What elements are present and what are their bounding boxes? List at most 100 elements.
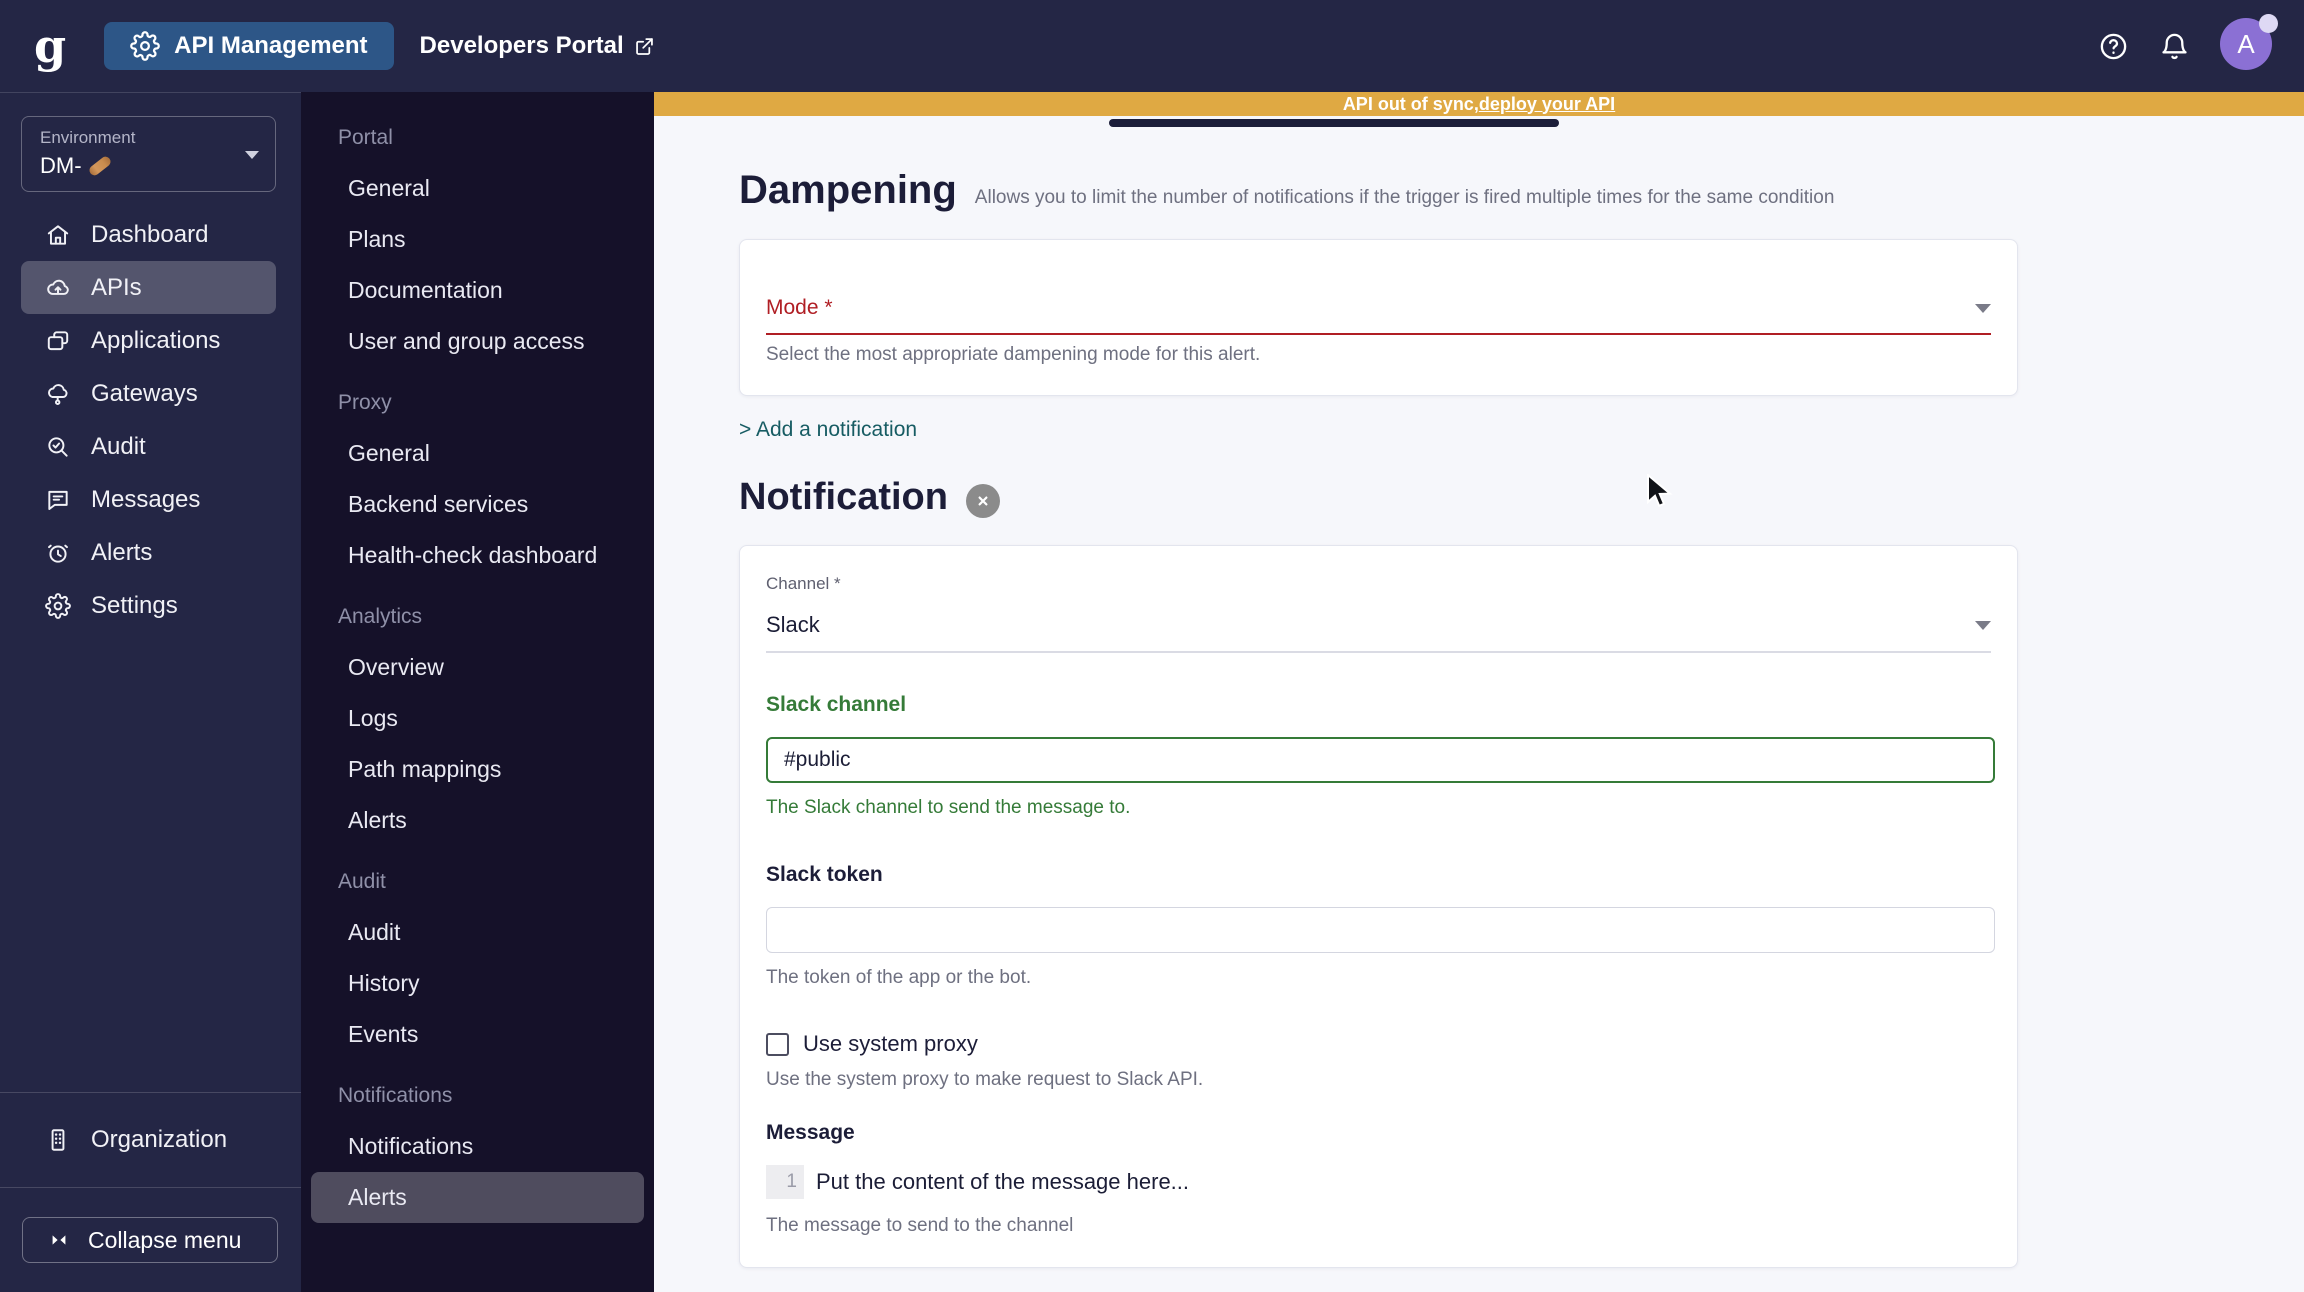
subnav-portal-general[interactable]: General (311, 163, 644, 214)
subnav-plans[interactable]: Plans (311, 214, 644, 265)
subnav-notifications[interactable]: Notifications (311, 1121, 644, 1172)
slack-channel-hint: The Slack channel to send the message to… (766, 797, 1131, 818)
gravitee-logo[interactable]: g (34, 23, 66, 69)
subnav-analytics-alerts[interactable]: Alerts (311, 795, 644, 846)
primary-sidebar: Environment DM- Dashboard APIs Applicati… (0, 92, 301, 1292)
sidebar-item-label: Applications (91, 326, 221, 354)
baguette-emoji (87, 154, 113, 178)
message-editor[interactable]: 1 Put the content of the message here... (766, 1165, 1991, 1199)
sidebar-item-label: APIs (91, 273, 142, 301)
user-menu[interactable]: A (2220, 14, 2278, 74)
notification-title: Notification (739, 476, 948, 518)
chevron-down-icon (1975, 303, 1991, 313)
subnav-user-group-access[interactable]: User and group access (311, 316, 644, 367)
main-content: API out of sync, deploy your API Dampeni… (654, 92, 2304, 1292)
sidebar-item-gateways[interactable]: Gateways (21, 367, 276, 420)
mode-select[interactable]: Mode * (766, 296, 1991, 335)
banner-text: API out of sync, (1342, 93, 1479, 114)
sidebar-item-label: Messages (91, 485, 201, 513)
dampening-subtitle: Allows you to limit the number of notifi… (974, 187, 1835, 208)
bell-icon (2159, 31, 2190, 62)
sidebar-item-label: Settings (91, 591, 178, 619)
subnav-healthcheck-dashboard[interactable]: Health-check dashboard (311, 530, 644, 581)
mode-hint: Select the most appropriate dampening mo… (766, 344, 1261, 365)
chevron-down-icon (1975, 620, 1991, 630)
subnav-notification-alerts[interactable]: Alerts (311, 1172, 644, 1223)
editor-content: Put the content of the message here... (816, 1169, 1190, 1194)
magnifier-check-icon (45, 434, 71, 460)
sidebar-item-organization[interactable]: Organization (0, 1093, 301, 1187)
subnav-logs[interactable]: Logs (311, 693, 644, 744)
subnav-backend-services[interactable]: Backend services (311, 479, 644, 530)
message-hint: The message to send to the channel (766, 1215, 1074, 1236)
sidebar-item-dashboard[interactable]: Dashboard (21, 208, 276, 261)
api-out-of-sync-banner: API out of sync, deploy your API (654, 92, 2304, 116)
external-link-icon (634, 36, 655, 57)
slack-token-input[interactable] (766, 907, 1995, 953)
help-icon (2098, 31, 2129, 62)
slack-token-hint: The token of the app or the bot. (766, 967, 1032, 988)
use-system-proxy-checkbox[interactable] (766, 1032, 789, 1056)
developers-portal-label: Developers Portal (419, 32, 624, 59)
subnav-audit[interactable]: Audit (311, 907, 644, 958)
message-label: Message (766, 1121, 855, 1144)
subnav-path-mappings[interactable]: Path mappings (311, 744, 644, 795)
gear-icon (45, 593, 71, 619)
channel-select[interactable]: Slack (766, 612, 1991, 653)
help-button[interactable] (2098, 31, 2129, 62)
remove-notification-button[interactable] (965, 483, 1000, 518)
top-bar: g API Management Developers Portal A (0, 0, 2304, 92)
slack-token-label: Slack token (766, 863, 883, 886)
collapse-icon (48, 1229, 70, 1251)
divider (0, 1187, 301, 1188)
sidebar-item-applications[interactable]: Applications (21, 314, 276, 367)
channel-value: Slack (766, 612, 820, 637)
applications-icon (45, 328, 71, 354)
section-header-portal: Portal (338, 125, 393, 149)
home-icon (45, 222, 71, 248)
scroll-position-indicator (1109, 119, 1559, 127)
cloud-upload-icon (45, 275, 71, 301)
chevron-down-icon (245, 151, 259, 159)
sidebar-item-label: Audit (91, 432, 146, 460)
gateway-cloud-icon (45, 381, 71, 407)
mode-label: Mode * (766, 296, 833, 319)
slack-channel-input[interactable] (766, 737, 1995, 783)
api-management-label: API Management (174, 32, 368, 59)
add-notification-link[interactable]: > Add a notification (739, 418, 917, 442)
environment-label: Environment (40, 128, 136, 147)
sidebar-item-settings[interactable]: Settings (21, 579, 276, 632)
dampening-title: Dampening (739, 168, 957, 212)
environment-selector[interactable]: Environment DM- (21, 116, 276, 192)
api-management-gear-icon (130, 31, 160, 61)
developers-portal-link[interactable]: Developers Portal (420, 32, 655, 60)
subnav-documentation[interactable]: Documentation (311, 265, 644, 316)
api-settings-sidebar: Portal General Plans Documentation User … (301, 92, 654, 1292)
sidebar-item-alerts[interactable]: Alerts (21, 526, 276, 579)
sidebar-item-label: Dashboard (91, 220, 209, 248)
use-system-proxy-row[interactable]: Use system proxy (766, 1031, 1991, 1057)
slack-channel-label: Slack channel (766, 693, 907, 716)
subnav-events[interactable]: Events (311, 1009, 644, 1060)
notifications-button[interactable] (2159, 31, 2190, 62)
sidebar-item-label: Gateways (91, 379, 198, 407)
building-icon (45, 1127, 71, 1153)
section-header-analytics: Analytics (338, 604, 423, 628)
environment-value: DM- (40, 153, 82, 178)
sidebar-item-audit[interactable]: Audit (21, 420, 276, 473)
collapse-menu-button[interactable]: Collapse menu (22, 1217, 278, 1263)
api-management-button[interactable]: API Management (104, 22, 394, 70)
subnav-history[interactable]: History (311, 958, 644, 1009)
subnav-overview[interactable]: Overview (311, 642, 644, 693)
section-header-proxy: Proxy (338, 390, 392, 414)
chat-bubble-icon (45, 487, 71, 513)
status-dot (2259, 14, 2278, 33)
sidebar-item-messages[interactable]: Messages (21, 473, 276, 526)
editor-line-number: 1 (766, 1165, 804, 1199)
subnav-proxy-general[interactable]: General (311, 428, 644, 479)
sidebar-item-apis[interactable]: APIs (21, 261, 276, 314)
deploy-your-api-link[interactable]: deploy your API (1479, 94, 1615, 115)
dampening-card: Mode * Select the most appropriate dampe… (739, 239, 2018, 396)
use-system-proxy-label: Use system proxy (803, 1031, 978, 1056)
use-system-proxy-hint: Use the system proxy to make request to … (766, 1069, 1204, 1090)
